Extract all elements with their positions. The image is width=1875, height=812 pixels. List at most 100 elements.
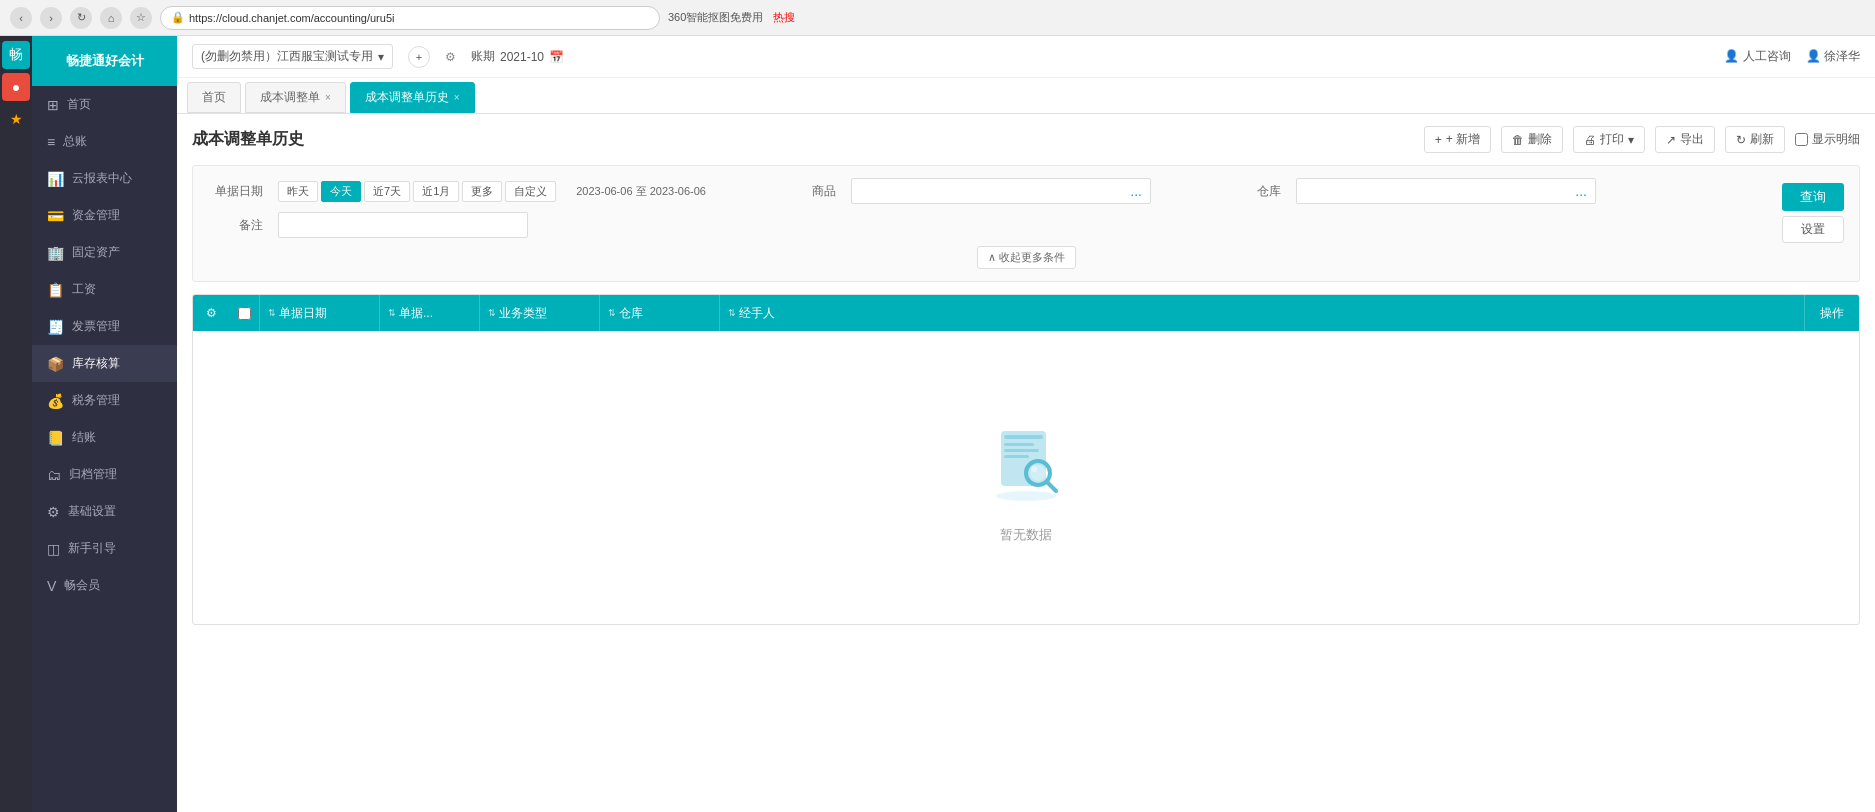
delete-button[interactable]: 🗑 删除 [1501, 126, 1563, 153]
th-action: 操作 [1804, 295, 1859, 331]
top-bar: (勿删勿禁用）江西服宝测试专用 ▾ + ⚙ 账期 2021-10 📅 👤 人工咨… [177, 36, 1875, 78]
remark-input[interactable] [278, 212, 528, 238]
refresh-button[interactable]: ↻ 刷新 [1725, 126, 1785, 153]
th-biztype[interactable]: ⇅ 业务类型 [479, 295, 599, 331]
service-link[interactable]: 👤 人工咨询 [1724, 48, 1790, 65]
goods-dots[interactable]: ... [1130, 183, 1142, 199]
archive-icon: 🗂 [47, 467, 61, 483]
sidebar-item-invoice[interactable]: 🧾 发票管理 [32, 308, 177, 345]
tab-home-label: 首页 [202, 89, 226, 106]
week7-btn[interactable]: 近7天 [364, 181, 410, 202]
sidebar-item-inventory[interactable]: 📦 库存核算 [32, 345, 177, 382]
delete-icon: 🗑 [1512, 133, 1524, 147]
more-btn[interactable]: 更多 [462, 181, 502, 202]
settings-gear-icon[interactable]: ⚙ [445, 50, 456, 64]
svg-line-8 [1047, 482, 1056, 491]
sidebar-item-tax-label: 税务管理 [72, 392, 120, 409]
icon-sidebar-star[interactable]: ★ [2, 105, 30, 133]
date-to: 2023-06-06 [650, 185, 706, 197]
print-label: 打印 [1600, 131, 1624, 148]
empty-illustration [976, 411, 1076, 511]
table-settings-icon[interactable]: ⚙ [193, 306, 229, 320]
asset-icon: 🏢 [47, 245, 64, 261]
sidebar-item-fund[interactable]: 💳 资金管理 [32, 197, 177, 234]
star-button[interactable]: ☆ [130, 7, 152, 29]
today-btn[interactable]: 今天 [321, 181, 361, 202]
th-date[interactable]: ⇅ 单据日期 [259, 295, 379, 331]
tab-cost-adjust-history-label: 成本调整单历史 [365, 89, 449, 106]
settings-icon: ⚙ [47, 504, 60, 520]
sidebar-item-salary[interactable]: 📋 工资 [32, 271, 177, 308]
th-voucher[interactable]: ⇅ 单据... [379, 295, 479, 331]
company-selector[interactable]: (勿删勿禁用）江西服宝测试专用 ▾ [192, 44, 393, 69]
report-icon: 📊 [47, 171, 64, 187]
home-button[interactable]: ⌂ [100, 7, 122, 29]
sidebar-item-guide[interactable]: ◫ 新手引导 [32, 530, 177, 567]
th-handler-label: 经手人 [739, 305, 775, 322]
print-button[interactable]: 🖨 打印 ▾ [1573, 126, 1645, 153]
sidebar-item-checkout[interactable]: 📒 结账 [32, 419, 177, 456]
icon-sidebar: 畅 ● ★ [0, 36, 32, 812]
sidebar-item-asset[interactable]: 🏢 固定资产 [32, 234, 177, 271]
export-button[interactable]: ↗ 导出 [1655, 126, 1715, 153]
warehouse-dots[interactable]: ... [1575, 183, 1587, 199]
date-from: 2023-06-06 [576, 185, 632, 197]
table-select-all[interactable] [229, 307, 259, 320]
new-button[interactable]: + + 新增 [1424, 126, 1491, 153]
left-nav: 畅捷通好会计 ⊞ 首页 ≡ 总账 📊 云报表中心 💳 资金管理 🏢 固定资产 📋… [32, 36, 177, 812]
month1-btn[interactable]: 近1月 [413, 181, 459, 202]
salary-icon: 📋 [47, 282, 64, 298]
export-label: 导出 [1680, 131, 1704, 148]
svg-point-0 [996, 491, 1056, 501]
sidebar-item-report-label: 云报表中心 [72, 170, 132, 187]
icon-sidebar-app[interactable]: 畅 [2, 41, 30, 69]
remark-label: 备注 [208, 217, 263, 234]
setting-button[interactable]: 设置 [1782, 216, 1844, 243]
refresh-button[interactable]: ↻ [70, 7, 92, 29]
sidebar-item-inventory-label: 库存核算 [72, 355, 120, 372]
goods-select[interactable]: ... [851, 178, 1151, 204]
icon-sidebar-notification[interactable]: ● [2, 73, 30, 101]
calendar-icon[interactable]: 📅 [549, 50, 564, 64]
tab-cost-adjust-history-close[interactable]: × [454, 92, 460, 103]
checkout-icon: 📒 [47, 430, 64, 446]
th-date-label: 单据日期 [279, 305, 327, 322]
user-name[interactable]: 👤 徐泽华 [1806, 48, 1860, 65]
display-cols-checkbox[interactable] [1795, 133, 1808, 146]
dropdown-icon: ▾ [378, 50, 384, 64]
sidebar-item-ledger[interactable]: ≡ 总账 [32, 123, 177, 160]
th-handler[interactable]: ⇅ 经手人 [719, 295, 839, 331]
back-button[interactable]: ‹ [10, 7, 32, 29]
forward-button[interactable]: › [40, 7, 62, 29]
table-container: ⚙ ⇅ 单据日期 ⇅ 单据... ⇅ 业务类型 [192, 294, 1860, 625]
yesterday-btn[interactable]: 昨天 [278, 181, 318, 202]
side-action-buttons: 查询 设置 [1782, 178, 1844, 243]
collapse-label: 收起更多条件 [999, 250, 1065, 265]
custom-btn[interactable]: 自定义 [505, 181, 556, 202]
th-warehouse[interactable]: ⇅ 仓库 [599, 295, 719, 331]
display-cols-toggle[interactable]: 显示明细 [1795, 131, 1860, 148]
tab-cost-adjust-close[interactable]: × [325, 92, 331, 103]
filter-area: 单据日期 昨天 今天 近7天 近1月 更多 自定义 2023-06-06 至 [192, 165, 1860, 282]
collapse-button[interactable]: ∧ 收起更多条件 [977, 246, 1076, 269]
add-company-button[interactable]: + [408, 46, 430, 68]
date-separator: 至 [636, 185, 650, 197]
vip-icon: V [47, 578, 56, 594]
sidebar-item-settings[interactable]: ⚙ 基础设置 [32, 493, 177, 530]
sidebar-item-tax[interactable]: 💰 税务管理 [32, 382, 177, 419]
tab-cost-adjust-history[interactable]: 成本调整单历史 × [350, 82, 475, 113]
page-body: 成本调整单历史 + + 新增 🗑 删除 🖨 打印 ▾ [177, 114, 1875, 812]
tab-home[interactable]: 首页 [187, 82, 241, 113]
address-bar[interactable]: 🔒 https://cloud.chanjet.com/accounting/u… [160, 6, 660, 30]
sidebar-item-archive[interactable]: 🗂 归档管理 [32, 456, 177, 493]
hot-label: 热搜 [773, 10, 795, 25]
warehouse-select[interactable]: ... [1296, 178, 1596, 204]
app-wrapper: 畅 ● ★ 畅捷通好会计 ⊞ 首页 ≡ 总账 📊 云报表中心 💳 资金管理 🏢 … [0, 36, 1875, 812]
sidebar-item-home[interactable]: ⊞ 首页 [32, 86, 177, 123]
tab-cost-adjust[interactable]: 成本调整单 × [245, 82, 346, 113]
select-all-checkbox[interactable] [238, 307, 251, 320]
query-button[interactable]: 查询 [1782, 183, 1844, 211]
sidebar-item-report[interactable]: 📊 云报表中心 [32, 160, 177, 197]
sidebar-item-vip[interactable]: V 畅会员 [32, 567, 177, 604]
sidebar-item-vip-label: 畅会员 [64, 577, 100, 594]
